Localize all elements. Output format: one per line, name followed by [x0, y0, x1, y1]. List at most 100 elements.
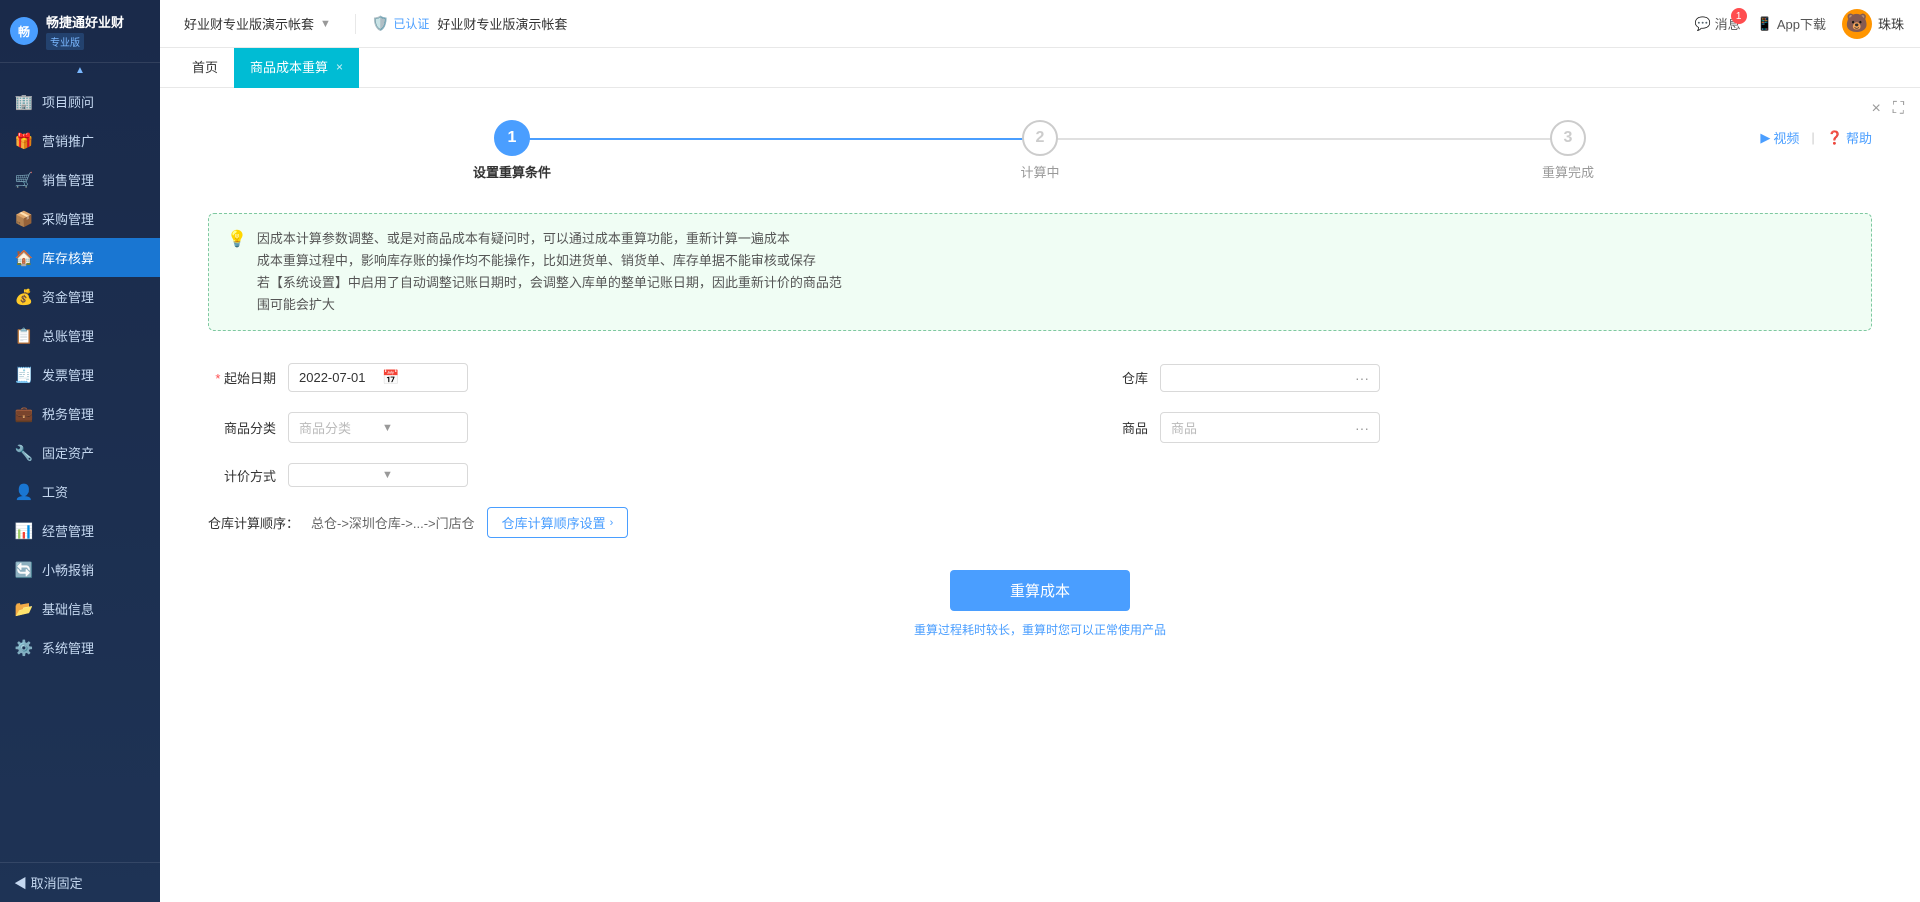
topbar-divider: [355, 14, 356, 34]
sidebar-item-label: 总账管理: [42, 326, 94, 345]
form-field-pricing: 计价方式 ▼: [208, 463, 1872, 487]
step-3: 3 重算完成: [1304, 120, 1832, 181]
sidebar-nav: 🏢 项目顾问 🎁 营销推广 🛒 销售管理 📦 采购管理 🏠 库存核算 💰 资金管…: [0, 78, 160, 862]
window-controls: × ⛶: [1871, 100, 1904, 118]
message-badge: 1: [1731, 8, 1747, 24]
sidebar-item-label: 固定资产: [42, 443, 94, 462]
sidebar-item-expense[interactable]: 🔄 小畅报销: [0, 550, 160, 589]
app-download-button[interactable]: 📱 App下载: [1757, 14, 1826, 33]
start-date-input[interactable]: 2022-07-01 📅: [288, 363, 468, 392]
recalc-section: 重算成本 重算过程耗时较长，重算时您可以正常使用产品: [208, 570, 1872, 638]
video-link[interactable]: ▶ 视频: [1760, 128, 1799, 147]
avatar: 🐻: [1842, 9, 1872, 39]
sidebar-item-operation[interactable]: 📊 经营管理: [0, 511, 160, 550]
pricing-label: 计价方式: [208, 466, 288, 485]
sidebar-item-label: 销售管理: [42, 170, 94, 189]
invoice-icon: 🧾: [14, 366, 34, 384]
goods-label: 商品: [1080, 418, 1160, 437]
sidebar-item-inventory[interactable]: 🏠 库存核算: [0, 238, 160, 277]
form-row-pricing: 计价方式 ▼: [208, 463, 1872, 487]
form-field-goods: 商品 商品 ···: [1080, 412, 1872, 443]
step-1-line: [512, 138, 1040, 140]
sidebar-item-purchase[interactable]: 📦 采购管理: [0, 199, 160, 238]
close-button[interactable]: ×: [1871, 100, 1880, 118]
category-label: 商品分类: [208, 418, 288, 437]
sidebar: 畅 畅捷通好业财 专业版 ▲ 🏢 项目顾问 🎁 营销推广 🛒 销售管理 📦 采购…: [0, 0, 160, 902]
recalc-note: 重算过程耗时较长，重算时您可以正常使用产品: [914, 621, 1166, 638]
company-name: 好业财专业版演示帐套: [437, 14, 567, 33]
message-icon: 💬: [1694, 16, 1710, 32]
notice-box: 💡 因成本计算参数调整、或是对商品成本有疑问时，可以通过成本重算功能，重新计算一…: [208, 213, 1872, 331]
calendar-icon[interactable]: 📅: [382, 369, 457, 386]
sidebar-item-accounting[interactable]: 📋 总账管理: [0, 316, 160, 355]
sidebar-item-label: 资金管理: [42, 287, 94, 306]
sidebar-item-tax[interactable]: 💼 税务管理: [0, 394, 160, 433]
expand-button[interactable]: ⛶: [1893, 100, 1904, 118]
scroll-up-arrow[interactable]: ▲: [0, 63, 160, 78]
sidebar-item-system[interactable]: ⚙️ 系统管理: [0, 628, 160, 667]
sidebar-item-label: 发票管理: [42, 365, 94, 384]
purchase-icon: 📦: [14, 210, 34, 228]
account-selector[interactable]: 好业财专业版演示帐套 ▼: [176, 10, 339, 37]
tab-cost-recalc[interactable]: 商品成本重算 ×: [234, 48, 359, 88]
user-menu[interactable]: 🐻 珠珠: [1842, 9, 1904, 39]
goods-more-icon: ···: [1355, 420, 1369, 436]
inventory-icon: 🏠: [14, 249, 34, 267]
verified-badge: 🛡️ 已认证: [372, 15, 429, 32]
recalc-button[interactable]: 重算成本: [950, 570, 1130, 611]
salary-icon: 👤: [14, 483, 34, 501]
app-logo: 畅: [10, 17, 38, 45]
sidebar-header: 畅 畅捷通好业财 专业版: [0, 0, 160, 63]
tab-close-icon[interactable]: ×: [336, 60, 343, 74]
sidebar-item-basic[interactable]: 📂 基础信息: [0, 589, 160, 628]
more-icon: ···: [1355, 370, 1369, 386]
sidebar-item-finance[interactable]: 💰 资金管理: [0, 277, 160, 316]
goods-input[interactable]: 商品 ···: [1160, 412, 1380, 443]
calc-order-value: 总仓->深圳仓库->...->门店仓: [311, 513, 475, 532]
calc-order-settings-button[interactable]: 仓库计算顺序设置 ›: [487, 507, 629, 538]
help-link[interactable]: ❓ 帮助: [1827, 128, 1872, 147]
sidebar-item-assets[interactable]: 🔧 固定资产: [0, 433, 160, 472]
finance-icon: 💰: [14, 288, 34, 306]
expense-icon: 🔄: [14, 561, 34, 579]
tax-icon: 💼: [14, 405, 34, 423]
tab-home[interactable]: 首页: [176, 48, 234, 88]
calc-order-row: 仓库计算顺序： 总仓->深圳仓库->...->门店仓 仓库计算顺序设置 ›: [208, 507, 1872, 538]
sidebar-item-invoice[interactable]: 🧾 发票管理: [0, 355, 160, 394]
info-icon: 💡: [227, 229, 247, 316]
question-icon: ❓: [1827, 130, 1843, 146]
phone-icon: 📱: [1757, 16, 1773, 32]
system-icon: ⚙️: [14, 639, 34, 657]
start-date-label: 起始日期: [208, 368, 288, 387]
tabbar: 首页 商品成本重算 ×: [160, 48, 1920, 88]
message-button[interactable]: 💬 消息 1: [1694, 14, 1740, 33]
sidebar-item-label: 库存核算: [42, 248, 94, 267]
category-select[interactable]: 商品分类 ▼: [288, 412, 468, 443]
chevron-down-icon: ▼: [382, 422, 457, 434]
sidebar-item-project[interactable]: 🏢 项目顾问: [0, 82, 160, 121]
topbar: 好业财专业版演示帐套 ▼ 🛡️ 已认证 好业财专业版演示帐套 💬 消息 1 📱 …: [160, 0, 1920, 48]
pricing-select[interactable]: ▼: [288, 463, 468, 487]
form-field-start-date: 起始日期 2022-07-01 📅: [208, 363, 1000, 392]
sidebar-item-label: 系统管理: [42, 638, 94, 657]
topbar-actions: 💬 消息 1 📱 App下载 🐻 珠珠: [1694, 9, 1904, 39]
form-row-dates: 起始日期 2022-07-01 📅 仓库 ···: [208, 363, 1872, 392]
warehouse-input[interactable]: ···: [1160, 364, 1380, 392]
sidebar-item-salary[interactable]: 👤 工资: [0, 472, 160, 511]
sidebar-unpin-button[interactable]: ◀ 取消固定: [0, 862, 160, 902]
edition-badge: 专业版: [46, 33, 84, 50]
warehouse-label: 仓库: [1080, 368, 1160, 387]
form-field-category: 商品分类 商品分类 ▼: [208, 412, 1000, 443]
step-1: 1 设置重算条件: [248, 120, 776, 181]
step-1-circle: 1: [494, 120, 530, 156]
calc-order-label: 仓库计算顺序：: [208, 513, 299, 532]
sidebar-item-marketing[interactable]: 🎁 营销推广: [0, 121, 160, 160]
content-area: × ⛶ 1 设置重算条件 2 计算中: [160, 88, 1920, 902]
sidebar-item-sales[interactable]: 🛒 销售管理: [0, 160, 160, 199]
step-2: 2 计算中: [776, 120, 1304, 181]
sidebar-item-label: 营销推广: [42, 131, 94, 150]
sidebar-item-label: 基础信息: [42, 599, 94, 618]
step-2-label: 计算中: [1020, 162, 1059, 181]
sidebar-item-label: 小畅报销: [42, 560, 94, 579]
accounting-icon: 📋: [14, 327, 34, 345]
